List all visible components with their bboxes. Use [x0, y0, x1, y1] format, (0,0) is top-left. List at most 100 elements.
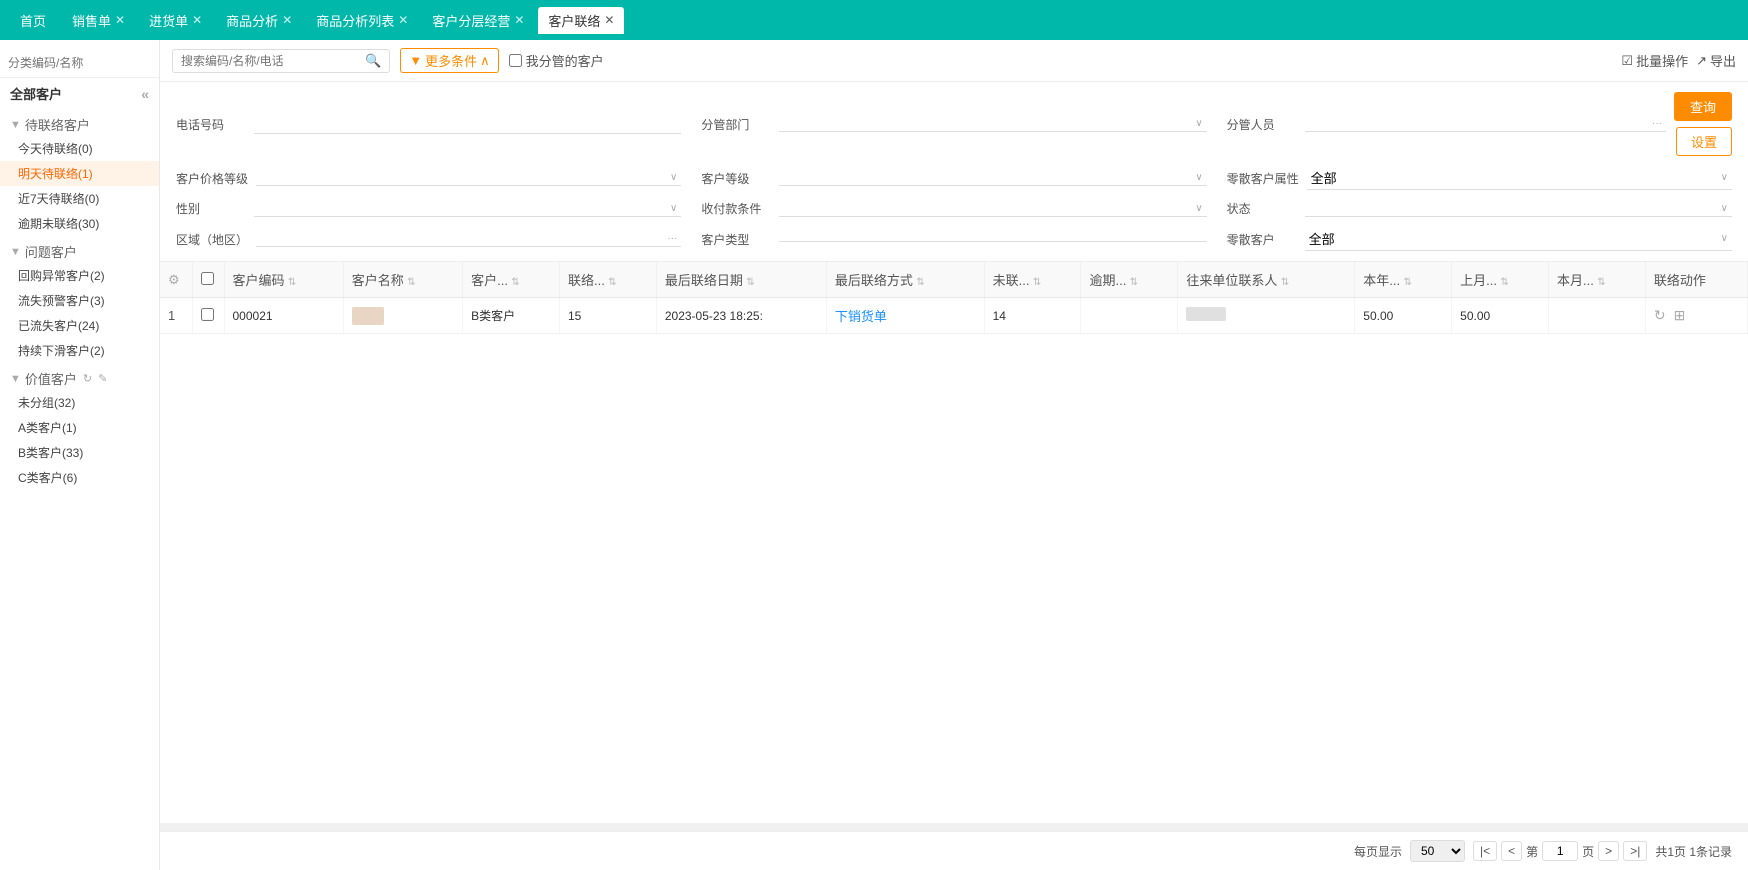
sidebar-search-input[interactable] [8, 56, 160, 70]
sidebar-item-class-a[interactable]: A类客户(1) [0, 415, 159, 440]
export-button[interactable]: ↗ 导出 [1696, 51, 1736, 70]
nav-tab-customer-tier[interactable]: 客户分层经营 ✕ [422, 7, 534, 34]
sidebar-item-today[interactable]: 今天待联络(0) [0, 136, 159, 161]
retail-customer-select[interactable]: 全部 ∨ [1305, 227, 1732, 251]
sort-icon[interactable]: ⇅ [1130, 277, 1138, 288]
nav-tab-sales[interactable]: 销售单 ✕ [62, 7, 135, 34]
last-page-button[interactable]: >| [1623, 841, 1647, 861]
sidebar-item-abnormal[interactable]: 回购异常客户(2) [0, 263, 159, 288]
row-checkbox[interactable] [201, 308, 214, 321]
sidebar-item-churn-warning[interactable]: 流失预警客户(3) [0, 288, 159, 313]
select-all-checkbox[interactable] [201, 272, 214, 285]
sort-icon[interactable]: ⇅ [1281, 277, 1289, 288]
status-select[interactable]: ∨ [1305, 201, 1732, 217]
sidebar-group-problem: ▼ 问题客户 [0, 236, 159, 263]
sort-icon[interactable]: ⇅ [916, 277, 924, 288]
region-select[interactable]: ··· [256, 231, 681, 247]
sort-icon[interactable]: ⇅ [746, 277, 754, 288]
sort-icon[interactable]: ⇅ [511, 277, 519, 288]
customer-type-select[interactable] [779, 237, 1206, 242]
nav-home[interactable]: 首页 [8, 7, 58, 34]
close-icon[interactable]: ✕ [398, 13, 408, 27]
batch-operation-button[interactable]: ☑ 批量操作 [1621, 51, 1688, 70]
filter-actions: ☑ 批量操作 ↗ 导出 [1621, 51, 1736, 70]
col-name: 客户名称 ⇅ [343, 262, 462, 298]
cell-this-month [1549, 298, 1646, 334]
sort-icon[interactable]: ⇅ [608, 277, 616, 288]
advanced-filter-panel: 电话号码 分管部门 ∨ 分管人员 ··· 查询 设置 [160, 82, 1748, 262]
page-size-select[interactable]: 50 100 200 [1410, 840, 1465, 862]
search-box: 🔍 [172, 49, 390, 73]
col-no-contact: 未联... ⇅ [984, 262, 1081, 298]
collapse-icon[interactable]: « [141, 86, 149, 102]
close-icon[interactable]: ✕ [514, 13, 524, 27]
gender-select[interactable]: ∨ [254, 201, 681, 217]
sidebar-item-class-c[interactable]: C类客户(6) [0, 465, 159, 490]
settings-icon[interactable]: ⚙ [168, 272, 180, 287]
sidebar-item-churned[interactable]: 已流失客户(24) [0, 313, 159, 338]
page-number-input[interactable] [1542, 841, 1578, 861]
search-input[interactable] [181, 54, 361, 68]
table-footer: 每页显示 50 100 200 |< < 第 页 > >| 共1页 1条记录 [160, 831, 1748, 870]
customer-level-label: 客户等级 [701, 170, 771, 187]
nav-tab-customer-contact[interactable]: 客户联络 ✕ [538, 7, 624, 34]
more-filter-button[interactable]: ▼ 更多条件 ∧ [400, 48, 498, 73]
sidebar-item-overdue[interactable]: 逾期未联络(30) [0, 211, 159, 236]
nav-tab-purchase[interactable]: 进货单 ✕ [139, 7, 212, 34]
close-icon[interactable]: ✕ [192, 13, 202, 27]
sidebar-item-tomorrow[interactable]: 明天待联络(1) [0, 161, 159, 186]
first-page-button[interactable]: |< [1473, 841, 1497, 861]
filter-gender: 性别 ∨ [176, 200, 681, 217]
refresh-action-icon[interactable]: ↻ [1654, 307, 1666, 324]
cell-partner-contact [1178, 298, 1355, 334]
value-level-select[interactable]: ∨ [256, 170, 681, 186]
ellipsis-icon: ··· [1652, 118, 1662, 129]
nav-tab-analysis[interactable]: 商品分析 ✕ [216, 7, 302, 34]
prev-page-button[interactable]: < [1501, 841, 1522, 861]
query-button[interactable]: 查询 [1674, 92, 1732, 121]
sidebar-item-declining[interactable]: 持续下滑客户(2) [0, 338, 159, 363]
sort-icon[interactable]: ⇅ [288, 277, 296, 288]
sidebar-group-pending: ▼ 待联络客户 [0, 109, 159, 136]
sidebar-item-class-b[interactable]: B类客户(33) [0, 440, 159, 465]
last-contact-link[interactable]: 下销货单 [835, 309, 887, 324]
close-icon[interactable]: ✕ [604, 13, 614, 27]
payment-select[interactable]: ∨ [779, 201, 1206, 217]
manager-select[interactable]: ··· [1305, 116, 1666, 132]
sort-icon[interactable]: ⇅ [1500, 277, 1508, 288]
cell-type: B类客户 [463, 298, 560, 334]
phone-input[interactable] [254, 115, 681, 134]
sort-icon[interactable]: ⇅ [1033, 277, 1041, 288]
sidebar-item-7days[interactable]: 近7天待联络(0) [0, 186, 159, 211]
my-customer-checkbox[interactable] [509, 54, 522, 67]
col-code: 客户编码 ⇅ [224, 262, 343, 298]
reset-button[interactable]: 设置 [1676, 127, 1732, 156]
nav-tab-analysis-list[interactable]: 商品分析列表 ✕ [306, 7, 418, 34]
sidebar-item-ungrouped[interactable]: 未分组(32) [0, 390, 159, 415]
sidebar-all-customers[interactable]: 全部客户 « [0, 78, 159, 109]
horizontal-scrollbar[interactable] [160, 823, 1748, 831]
sidebar: 🔍 全部客户 « ▼ 待联络客户 今天待联络(0) 明天待联络(1) 近7天待联… [0, 40, 160, 870]
grid-action-icon[interactable]: ⊞ [1674, 307, 1686, 324]
col-gear: ⚙ [160, 262, 192, 298]
action-icons: ↻ ⊞ [1654, 307, 1739, 324]
sort-icon[interactable]: ⇅ [1403, 277, 1411, 288]
gender-label: 性别 [176, 200, 246, 217]
manager-label: 分管人员 [1227, 116, 1297, 133]
cell-code: 000021 [224, 298, 343, 334]
phone-label: 电话号码 [176, 116, 246, 133]
search-button[interactable]: 🔍 [365, 53, 381, 69]
retail-attr-select[interactable]: 全部 ∨ [1307, 166, 1732, 190]
close-icon[interactable]: ✕ [282, 13, 292, 27]
region-label: 区域（地区） [176, 231, 248, 248]
sort-icon[interactable]: ⇅ [1597, 277, 1605, 288]
filter-customer-level: 客户等级 ∨ [701, 166, 1206, 190]
sidebar-group-value: ▼ 价值客户 ↻ ✎ [0, 363, 159, 390]
filter-manager: 分管人员 ··· 查询 设置 [1227, 92, 1732, 156]
next-page-button[interactable]: > [1598, 841, 1619, 861]
sort-icon[interactable]: ⇅ [407, 277, 415, 288]
close-icon[interactable]: ✕ [115, 13, 125, 27]
filter-region: 区域（地区） ··· [176, 227, 681, 251]
dept-select[interactable]: ∨ [779, 116, 1206, 132]
customer-level-select[interactable]: ∨ [779, 170, 1206, 186]
